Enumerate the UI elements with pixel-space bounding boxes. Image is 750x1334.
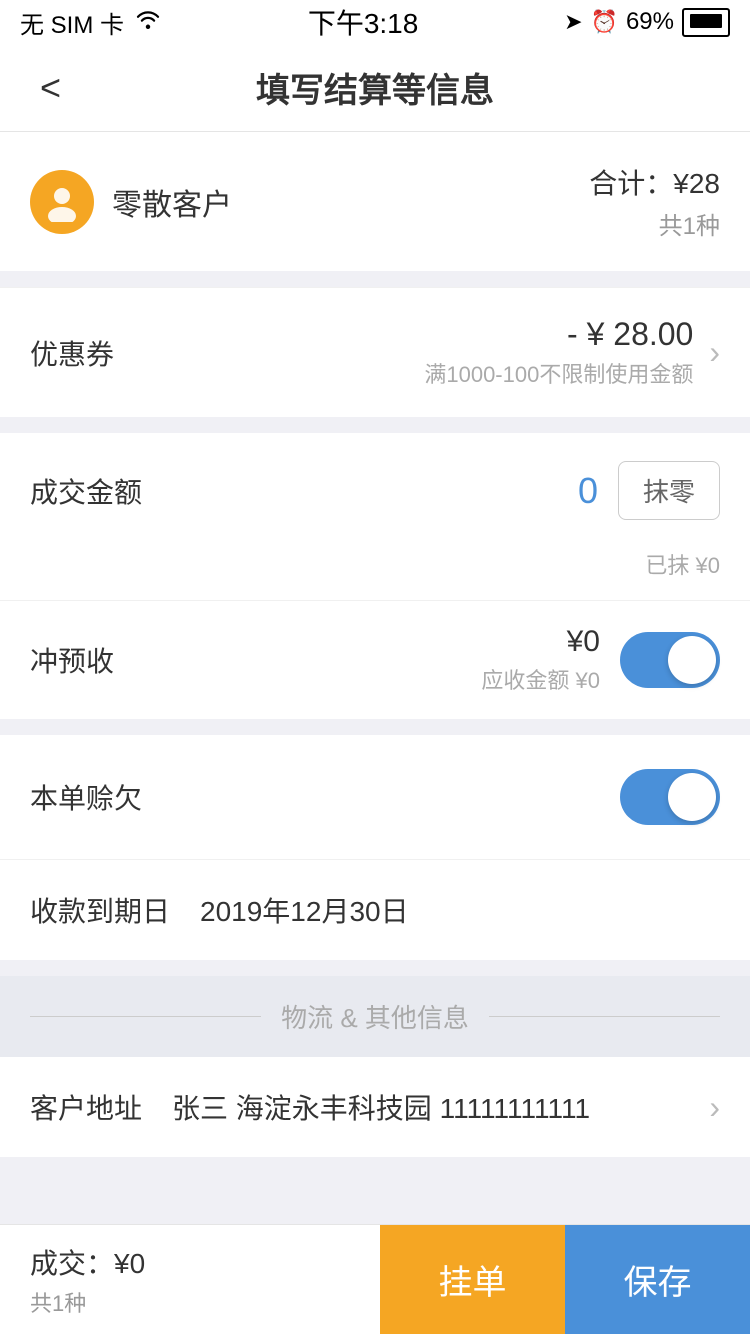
page-title: 填写结算等信息 (256, 63, 494, 112)
debt-toggle-knob (668, 773, 716, 821)
prepaid-row: 冲预收 ¥0 应收金额 ¥0 (0, 600, 750, 719)
battery-label: 69% (626, 8, 674, 36)
coupon-card[interactable]: 优惠券 - ¥ 28.00 满1000-100不限制使用金额 › (0, 287, 750, 417)
deal-amount-label: 成交金额 (30, 471, 142, 511)
nav-bar: < 填写结算等信息 (0, 44, 750, 132)
deal-value: ¥0 (114, 1248, 145, 1279)
prepaid-label: 冲预收 (30, 640, 114, 680)
bottom-count: 共1种 (30, 1286, 350, 1318)
total-count: 共1种 (589, 206, 720, 241)
address-label: 客户地址 (30, 1087, 142, 1127)
pending-button[interactable]: 挂单 (380, 1225, 565, 1334)
address-row[interactable]: 客户地址 张三 海淀永丰科技园 11111111111 › (0, 1057, 750, 1157)
deal-amount-value: 0 (578, 470, 598, 512)
deal-label: 成交： (30, 1248, 114, 1279)
coupon-desc: 满1000-100不限制使用金额 (424, 357, 693, 389)
customer-row: 零散客户 合计：¥28 共1种 (0, 132, 750, 271)
address-chevron-icon: › (709, 1089, 720, 1126)
coupon-value-block: - ¥ 28.00 满1000-100不限制使用金额 (424, 316, 693, 389)
already-rounded: 已抹 ¥0 (0, 548, 750, 600)
debt-row: 本单赊欠 (0, 735, 750, 859)
back-button[interactable]: < (30, 57, 71, 119)
bottom-deal: 成交：¥0 (30, 1242, 350, 1282)
duedate-row: 收款到期日 2019年12月30日 (0, 859, 750, 960)
round-button[interactable]: 抹零 (618, 461, 720, 520)
status-bar: 无 SIM 卡 下午3:18 ➤ ⏰ 69% (0, 0, 750, 44)
wifi-icon (134, 8, 162, 36)
customer-total: 合计：¥28 共1种 (589, 162, 720, 241)
coupon-right: - ¥ 28.00 满1000-100不限制使用金额 › (424, 316, 720, 389)
debt-toggle[interactable] (620, 769, 720, 825)
coupon-label: 优惠券 (30, 333, 114, 373)
customer-name: 零散客户 (112, 180, 232, 224)
time-label: 下午3:18 (308, 2, 419, 42)
battery-icon (682, 8, 730, 37)
alarm-icon: ⏰ (591, 9, 618, 35)
divider-left (30, 1016, 261, 1017)
divider-right (489, 1016, 720, 1017)
prepaid-value-block: ¥0 应收金额 ¥0 (481, 625, 600, 695)
debt-card: 本单赊欠 收款到期日 2019年12月30日 (0, 735, 750, 960)
customer-left: 零散客户 (30, 170, 232, 234)
bottom-bar: 成交：¥0 共1种 挂单 保存 (0, 1224, 750, 1334)
toggle-knob (668, 636, 716, 684)
customer-card: 零散客户 合计：¥28 共1种 (0, 132, 750, 271)
carrier-label: 无 SIM 卡 (20, 5, 124, 40)
status-left: 无 SIM 卡 (20, 5, 162, 40)
page-content: 零散客户 合计：¥28 共1种 优惠券 - ¥ 28.00 满1000-100不… (0, 132, 750, 1293)
deal-amount-card: 成交金额 0 抹零 已抹 ¥0 冲预收 ¥0 应收金额 ¥0 (0, 433, 750, 719)
avatar (30, 170, 94, 234)
address-card[interactable]: 客户地址 张三 海淀永丰科技园 11111111111 › (0, 1057, 750, 1157)
debt-label: 本单赊欠 (30, 777, 142, 817)
coupon-row[interactable]: 优惠券 - ¥ 28.00 满1000-100不限制使用金额 › (0, 287, 750, 417)
prepaid-receivable: 应收金额 ¥0 (481, 663, 600, 695)
chevron-right-icon: › (709, 334, 720, 371)
location-icon: ➤ (564, 9, 582, 35)
coupon-amount: - ¥ 28.00 (424, 316, 693, 353)
deal-amount-right: 0 抹零 (578, 461, 720, 520)
address-value: 张三 海淀永丰科技园 11111111111 (172, 1087, 709, 1127)
prepaid-toggle[interactable] (620, 632, 720, 688)
duedate-value: 2019年12月30日 (200, 890, 409, 930)
bottom-summary: 成交：¥0 共1种 (0, 1242, 380, 1318)
save-button[interactable]: 保存 (565, 1225, 750, 1334)
logistics-header: 物流 & 其他信息 (0, 976, 750, 1057)
status-right: ➤ ⏰ 69% (564, 8, 730, 37)
prepaid-right: ¥0 应收金额 ¥0 (481, 625, 720, 695)
deal-amount-row: 成交金额 0 抹零 (0, 433, 750, 548)
logistics-title: 物流 & 其他信息 (261, 998, 489, 1035)
duedate-label: 收款到期日 (30, 890, 170, 930)
prepaid-amount: ¥0 (481, 625, 600, 659)
total-price: 合计：¥28 (589, 162, 720, 202)
